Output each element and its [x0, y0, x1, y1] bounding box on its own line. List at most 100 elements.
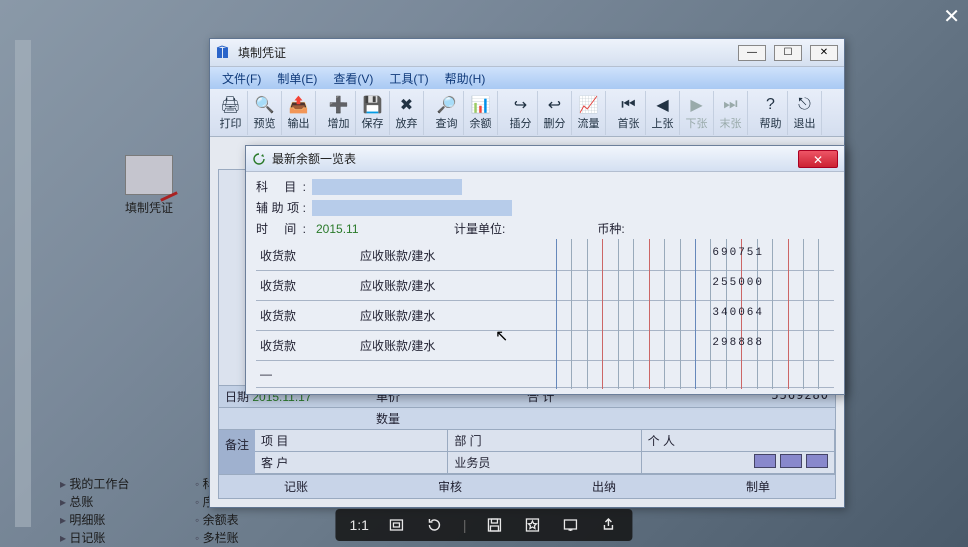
toolbar-退出[interactable]: ⎋退出	[788, 91, 822, 135]
desktop-shortcut[interactable]: 填制凭证	[125, 155, 173, 216]
toolbar-icon: ✖	[400, 94, 413, 116]
mini-btn-1[interactable]	[754, 454, 776, 468]
save-button[interactable]	[485, 515, 505, 535]
toolbar-余额[interactable]: 📊余额	[464, 91, 498, 135]
toolbar-label: 余额	[470, 116, 492, 132]
sign-cashier: 出纳	[527, 475, 681, 498]
nav-item[interactable]: 总账	[60, 493, 129, 511]
toolbar-下张[interactable]: ▶下张	[680, 91, 714, 135]
toolbar-label: 退出	[794, 116, 816, 132]
mini-buttons	[642, 452, 835, 474]
nav-item[interactable]: 日记账	[60, 529, 129, 547]
currency-label: 币种:	[597, 220, 624, 237]
minimize-button[interactable]: —	[738, 45, 766, 61]
nav-item[interactable]: 余额表	[195, 511, 239, 529]
unit-label: 计量单位:	[454, 220, 505, 237]
share-button[interactable]	[599, 515, 619, 535]
balance-table: 收货款应收账款/建水690751收货款应收账款/建水255000收货款应收账款/…	[256, 241, 834, 388]
menu-view[interactable]: 查看(V)	[325, 70, 381, 87]
toolbar-icon: ↪	[514, 94, 527, 116]
toolbar-label: 放弃	[396, 116, 418, 132]
row-summary: 收货款	[256, 271, 356, 301]
balance-row[interactable]: 收货款应收账款/建水 255000	[256, 271, 834, 301]
nav-item[interactable]: 我的工作台	[60, 475, 129, 493]
time-value: 2015.11	[312, 221, 422, 237]
toolbar-icon: ➕	[329, 94, 349, 116]
balance-row[interactable]: 收货款应收账款/建水298888	[256, 331, 834, 361]
nav-tree-1: 我的工作台 总账 明细账 日记账	[60, 475, 129, 547]
mini-btn-2[interactable]	[780, 454, 802, 468]
refresh-icon	[252, 152, 266, 166]
viewer-close-button[interactable]: ✕	[943, 4, 960, 29]
toolbar-label: 首张	[618, 116, 640, 132]
screenshot-photo: 填制凭证 我的工作台 总账 明细账 日记账 科目 序时账 余额表 多栏账 填制凭…	[0, 0, 968, 547]
balance-row[interactable]: 收货款应收账款/建水340064	[256, 301, 834, 331]
slideshow-button[interactable]	[561, 515, 581, 535]
row-account: 应收账款/建水	[356, 331, 556, 361]
toolbar-label: 保存	[362, 116, 384, 132]
menu-file[interactable]: 文件(F)	[214, 70, 269, 87]
nav-item[interactable]: 明细账	[60, 511, 129, 529]
toolbar-查询[interactable]: 🔎查询	[430, 91, 464, 135]
toolbar-icon: ⎋	[798, 94, 811, 116]
toolbar-输出[interactable]: 📤输出	[282, 91, 316, 135]
toolbar-icon: ⏭	[723, 94, 737, 116]
toolbar-label: 下张	[686, 116, 708, 132]
left-panel-strip	[15, 40, 31, 527]
modal-title: 最新余额一览表	[272, 150, 798, 167]
toolbar-首张[interactable]: ⏮首张	[612, 91, 646, 135]
toolbar-label: 帮助	[760, 116, 782, 132]
toolbar-icon: ?	[766, 94, 775, 116]
salesman-label: 业务员	[448, 452, 641, 474]
aux-value	[312, 200, 512, 216]
menu-help[interactable]: 帮助(H)	[437, 70, 494, 87]
nav-item[interactable]: 多栏账	[195, 529, 239, 547]
row-account: 应收账款/建水	[356, 271, 556, 301]
maximize-button[interactable]: ☐	[774, 45, 802, 61]
balance-row[interactable]: 收货款应收账款/建水690751	[256, 241, 834, 271]
person-label: 个 人	[642, 430, 835, 452]
project-label: 项 目	[255, 430, 448, 452]
toolbar-icon: ◀	[656, 94, 668, 116]
toolbar-末张[interactable]: ⏭末张	[714, 91, 748, 135]
toolbar-保存[interactable]: 💾保存	[356, 91, 390, 135]
toolbar-label: 输出	[288, 116, 310, 132]
row-account: 应收账款/建水	[356, 301, 556, 331]
row-amount-cell: 298888	[556, 331, 834, 361]
toolbar-icon: 🔍	[255, 94, 275, 116]
aux-label: 辅助项:	[256, 199, 306, 216]
close-button[interactable]: ✕	[810, 45, 838, 61]
subject-value	[312, 179, 462, 195]
sign-maker: 制单	[681, 475, 835, 498]
toolbar-icon: 📤	[289, 94, 309, 116]
favorite-button[interactable]	[523, 515, 543, 535]
toolbar-帮助[interactable]: ?帮助	[754, 91, 788, 135]
modal-close-button[interactable]: ✕	[798, 150, 838, 168]
toolbar-icon: ▶	[690, 94, 702, 116]
fit-screen-button[interactable]	[387, 515, 407, 535]
rotate-button[interactable]	[425, 515, 445, 535]
toolbar-icon: ↩	[548, 94, 561, 116]
row-summary: 收货款	[256, 301, 356, 331]
titlebar[interactable]: 填制凭证 — ☐ ✕	[210, 39, 844, 67]
toolbar-打印[interactable]: 🖨打印	[214, 91, 248, 135]
toolbar-放弃[interactable]: ✖放弃	[390, 91, 424, 135]
modal-titlebar[interactable]: 最新余额一览表 ✕	[246, 146, 844, 172]
menubar: 文件(F) 制单(E) 查看(V) 工具(T) 帮助(H)	[210, 67, 844, 89]
menu-tools[interactable]: 工具(T)	[381, 70, 436, 87]
row-amount-cell: 340064	[556, 301, 834, 331]
toolbar-icon: 🖨	[220, 94, 240, 116]
toolbar: 🖨打印🔍预览📤输出➕增加💾保存✖放弃🔎查询📊余额↪插分↩删分📈流量⏮首张◀上张▶…	[210, 89, 844, 137]
row-amount: 255000	[712, 277, 764, 289]
toolbar-上张[interactable]: ◀上张	[646, 91, 680, 135]
mini-btn-3[interactable]	[806, 454, 828, 468]
time-label: 时 间:	[256, 220, 306, 237]
menu-bill[interactable]: 制单(E)	[269, 70, 325, 87]
toolbar-流量[interactable]: 📈流量	[572, 91, 606, 135]
toolbar-预览[interactable]: 🔍预览	[248, 91, 282, 135]
toolbar-增加[interactable]: ➕增加	[322, 91, 356, 135]
window-title: 填制凭证	[238, 44, 738, 61]
row-amount: 298888	[712, 337, 764, 349]
toolbar-插分[interactable]: ↪插分	[504, 91, 538, 135]
toolbar-删分[interactable]: ↩删分	[538, 91, 572, 135]
